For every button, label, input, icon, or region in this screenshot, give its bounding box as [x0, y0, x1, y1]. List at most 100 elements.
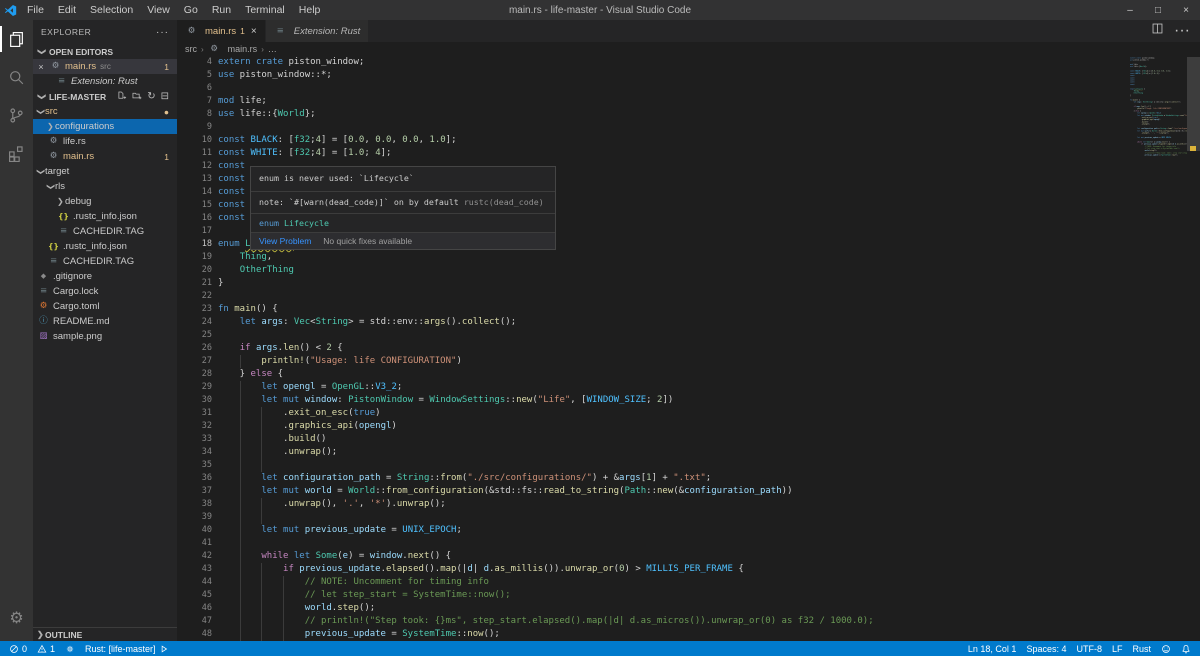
maximize-button[interactable]: □	[1144, 0, 1172, 20]
indent-guide	[283, 589, 284, 602]
status-encoding[interactable]: UTF-8	[1071, 641, 1107, 656]
menu-view[interactable]: View	[140, 4, 177, 16]
breadcrumb-separator: ›	[201, 45, 204, 54]
code-line: 48 previous_update = SystemTime::now();	[177, 628, 1200, 641]
line-number: 10	[177, 134, 212, 147]
tree-item--gitignore[interactable]: ◆.gitignore	[33, 269, 177, 284]
status-errors[interactable]: 0	[4, 641, 32, 656]
tree-item--rustc-info-json[interactable]: {}.rustc_info.json	[33, 239, 177, 254]
code-line: 31 .exit_on_esc(true)	[177, 407, 1200, 420]
indent-guide	[240, 420, 241, 433]
scrollbar-thumb[interactable]	[1187, 57, 1200, 151]
folder-section-header[interactable]: ❯ LIFE-MASTER ↻⊟	[33, 89, 177, 104]
explorer-actions-icon[interactable]: ···	[156, 27, 169, 38]
status-warnings[interactable]: 1	[32, 641, 60, 656]
refresh-icon[interactable]: ↻	[147, 92, 155, 102]
menu-selection[interactable]: Selection	[83, 4, 140, 16]
status-eol[interactable]: LF	[1107, 641, 1128, 656]
status-language-mode[interactable]: Rust	[1127, 641, 1156, 656]
status-rust-extension[interactable]	[60, 641, 80, 656]
line-number: 8	[177, 108, 212, 121]
view-problem-link[interactable]: View Problem	[259, 236, 311, 246]
new-folder-icon[interactable]	[132, 91, 142, 103]
status-cursor-position[interactable]: Ln 18, Col 1	[963, 641, 1022, 656]
code-line: 26 if args.len() < 2 {	[177, 342, 1200, 355]
source-control-icon[interactable]	[0, 96, 33, 134]
breadcrumb-item-src[interactable]: src	[185, 44, 197, 54]
menu-run[interactable]: Run	[205, 4, 238, 16]
breadcrumb[interactable]: src›⚙main.rs›…	[177, 42, 1200, 56]
close-button[interactable]: ×	[1172, 0, 1200, 20]
manage-gear-icon[interactable]: ⚙	[0, 599, 33, 637]
line-number: 46	[177, 602, 212, 615]
line-number: 19	[177, 251, 212, 264]
menu-terminal[interactable]: Terminal	[238, 4, 292, 16]
status-feedback[interactable]	[1156, 641, 1176, 656]
outline-section-header[interactable]: ❯ OUTLINE	[33, 627, 177, 641]
search-icon[interactable]	[0, 58, 33, 96]
tree-item-src[interactable]: ❯src●	[33, 104, 177, 119]
file-tree: ❯src●❯configurations⚙life.rs⚙main.rs1❯ta…	[33, 104, 177, 344]
close-icon[interactable]: ×	[33, 62, 49, 72]
indent-guide	[240, 498, 241, 511]
tree-item-cachedir-tag[interactable]: ≡CACHEDIR.TAG	[33, 254, 177, 269]
line-number: 47	[177, 615, 212, 628]
tree-item-readme-md[interactable]: ⓘREADME.md	[33, 314, 177, 329]
tab-close-icon[interactable]: ×	[251, 26, 257, 37]
tree-item-rls[interactable]: ❯rls	[33, 179, 177, 194]
minimize-button[interactable]: –	[1116, 0, 1144, 20]
menu-help[interactable]: Help	[292, 4, 328, 16]
menu-file[interactable]: File	[20, 4, 51, 16]
tab-extension-rust[interactable]: ≡Extension: Rust	[266, 20, 370, 42]
indent-guide	[240, 433, 241, 446]
extensions-icon[interactable]	[0, 134, 33, 172]
new-file-icon[interactable]	[117, 91, 127, 103]
menu-go[interactable]: Go	[177, 4, 205, 16]
tree-item-configurations[interactable]: ❯configurations	[33, 119, 177, 134]
tree-item-target[interactable]: ❯target	[33, 164, 177, 179]
open-editor-main-rs[interactable]: ×⚙main.rssrc1	[33, 59, 177, 74]
tree-item-main-rs[interactable]: ⚙main.rs1	[33, 149, 177, 164]
tree-item-life-rs[interactable]: ⚙life.rs	[33, 134, 177, 149]
tree-item-debug[interactable]: ❯debug	[33, 194, 177, 209]
menu-edit[interactable]: Edit	[51, 4, 83, 16]
tab-main-rs[interactable]: ⚙main.rs1×	[177, 20, 266, 42]
split-editor-icon[interactable]	[1151, 22, 1164, 40]
tree-item-cargo-toml[interactable]: ⚙Cargo.toml	[33, 299, 177, 314]
tree-item-sample-png[interactable]: ▨sample.png	[33, 329, 177, 344]
chevron-down-icon: ❯	[38, 93, 47, 101]
tree-item-label: README.md	[53, 316, 109, 327]
line-text: use life::{World};	[218, 108, 316, 121]
more-actions-icon[interactable]: ···	[1174, 22, 1190, 40]
code-editor[interactable]: 4extern crate piston_window;5use piston_…	[177, 56, 1200, 641]
line-text: extern crate piston_window;	[218, 56, 364, 69]
status-rls-status[interactable]: Rust: [life-master]	[80, 641, 174, 656]
code-line: 24 let args: Vec<String> = std::env::arg…	[177, 316, 1200, 329]
chevron-down-icon: ❯	[38, 48, 47, 56]
tree-item-cachedir-tag[interactable]: ≡CACHEDIR.TAG	[33, 224, 177, 239]
line-number: 39	[177, 511, 212, 524]
overview-modified-marker	[1190, 146, 1196, 151]
code-line: 5use piston_window::*;	[177, 69, 1200, 82]
status-indentation[interactable]: Spaces: 4	[1021, 641, 1071, 656]
indent-guide	[240, 563, 241, 576]
code-line: 41	[177, 537, 1200, 550]
line-text: if previous_update.elapsed().map(|d| d.a…	[218, 563, 744, 576]
status-notifications[interactable]	[1176, 641, 1196, 656]
explorer-icon[interactable]	[0, 20, 33, 58]
line-text: const BLACK: [f32;4] = [0.0, 0.0, 0.0, 1…	[218, 134, 457, 147]
indent-guide	[240, 576, 241, 589]
indent-guide	[261, 602, 262, 615]
line-text: const	[218, 212, 245, 225]
tree-item--rustc-info-json[interactable]: {}.rustc_info.json	[33, 209, 177, 224]
breadcrumb-item-main-rs[interactable]: main.rs	[228, 44, 258, 54]
tree-item-cargo-lock[interactable]: ≡Cargo.lock	[33, 284, 177, 299]
open-editor-extension-rust[interactable]: ≡Extension: Rust	[33, 74, 177, 89]
breadcrumb-item--[interactable]: …	[268, 44, 277, 54]
open-editors-header[interactable]: ❯ OPEN EDITORS	[33, 44, 177, 59]
minimap[interactable]: extern crate piston_window;use piston_wi…	[1130, 57, 1187, 641]
sidebar-title: EXPLORER	[41, 27, 91, 37]
collapse-all-icon[interactable]: ⊟	[161, 92, 169, 102]
editor-scrollbar[interactable]	[1187, 56, 1200, 641]
gear-icon	[65, 644, 75, 654]
